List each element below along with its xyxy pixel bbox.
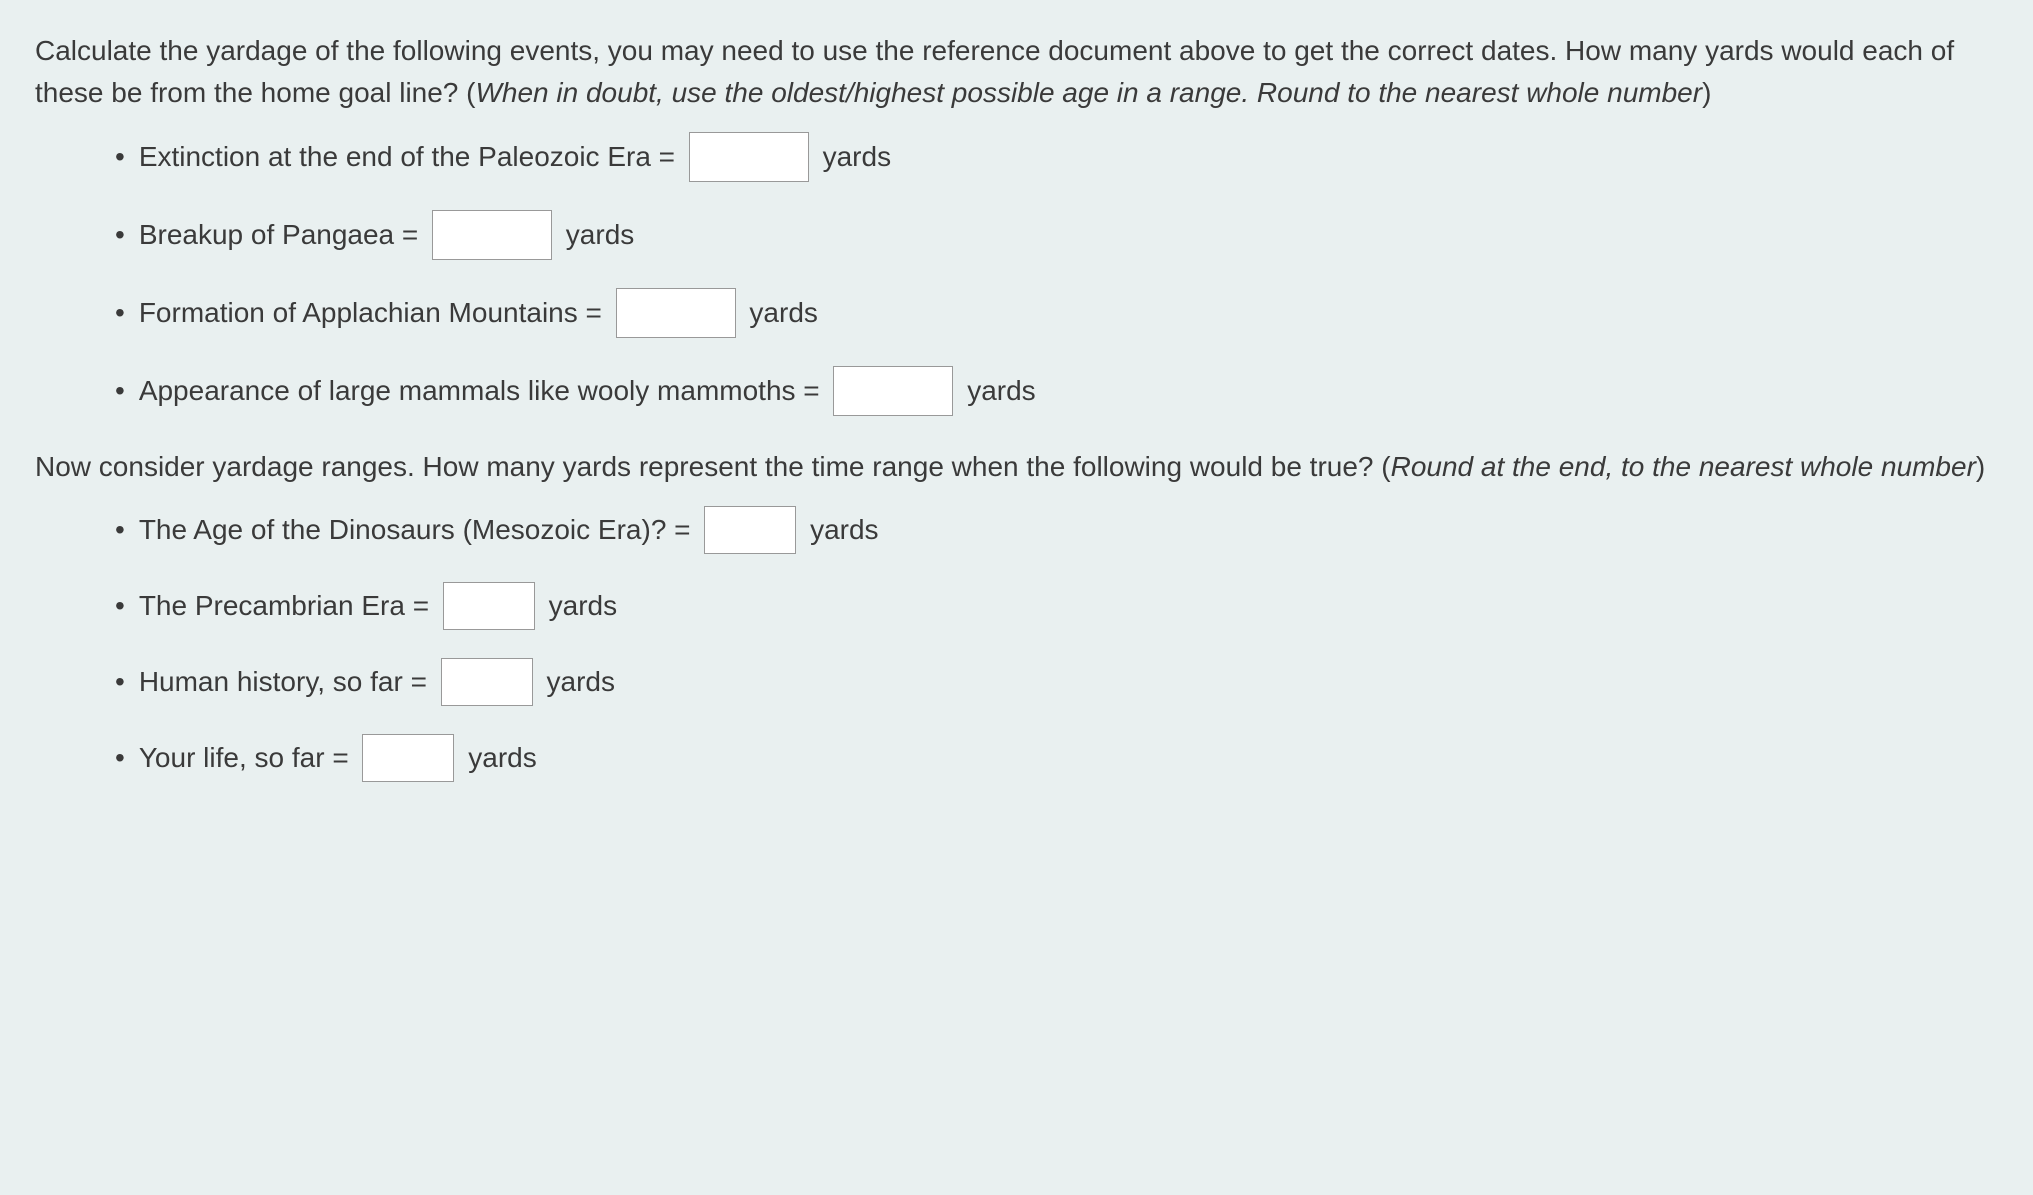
- yardage-input-paleozoic[interactable]: [689, 132, 809, 182]
- item-label: Appearance of large mammals like wooly m…: [139, 370, 828, 412]
- item-label: Extinction at the end of the Paleozoic E…: [139, 136, 683, 178]
- list-item: Appearance of large mammals like wooly m…: [115, 366, 1998, 416]
- section1-list: Extinction at the end of the Paleozoic E…: [35, 132, 1998, 416]
- item-unit: yards: [742, 292, 818, 334]
- list-item: Human history, so far = yards: [115, 658, 1998, 706]
- section1-intro-close: ): [1702, 77, 1711, 108]
- list-item: Breakup of Pangaea = yards: [115, 210, 1998, 260]
- section2-intro: Now consider yardage ranges. How many ya…: [35, 446, 1998, 488]
- item-unit: yards: [802, 509, 878, 551]
- list-item: The Precambrian Era = yards: [115, 582, 1998, 630]
- section2-intro-close: ): [1976, 451, 1985, 482]
- yardage-input-mesozoic[interactable]: [704, 506, 796, 554]
- item-label: The Precambrian Era =: [139, 585, 437, 627]
- yardage-input-pangaea[interactable]: [432, 210, 552, 260]
- item-unit: yards: [541, 585, 617, 627]
- item-label: The Age of the Dinosaurs (Mesozoic Era)?…: [139, 509, 699, 551]
- item-label: Formation of Applachian Mountains =: [139, 292, 610, 334]
- yardage-input-your-life[interactable]: [362, 734, 454, 782]
- list-item: Formation of Applachian Mountains = yard…: [115, 288, 1998, 338]
- item-unit: yards: [558, 214, 634, 256]
- section2-list: The Age of the Dinosaurs (Mesozoic Era)?…: [35, 506, 1998, 782]
- item-unit: yards: [959, 370, 1035, 412]
- section2-intro-plain: Now consider yardage ranges. How many ya…: [35, 451, 1391, 482]
- item-unit: yards: [539, 661, 615, 703]
- yardage-input-appalachian[interactable]: [616, 288, 736, 338]
- item-label: Your life, so far =: [139, 737, 357, 779]
- yardage-input-mammoths[interactable]: [833, 366, 953, 416]
- list-item: Extinction at the end of the Paleozoic E…: [115, 132, 1998, 182]
- list-item: Your life, so far = yards: [115, 734, 1998, 782]
- item-label: Human history, so far =: [139, 661, 435, 703]
- yardage-input-human-history[interactable]: [441, 658, 533, 706]
- item-unit: yards: [815, 136, 891, 178]
- item-unit: yards: [460, 737, 536, 779]
- yardage-input-precambrian[interactable]: [443, 582, 535, 630]
- section2-intro-italic: Round at the end, to the nearest whole n…: [1391, 451, 1976, 482]
- section1-intro: Calculate the yardage of the following e…: [35, 30, 1998, 114]
- section1-intro-italic: When in doubt, use the oldest/highest po…: [475, 77, 1702, 108]
- item-label: Breakup of Pangaea =: [139, 214, 426, 256]
- list-item: The Age of the Dinosaurs (Mesozoic Era)?…: [115, 506, 1998, 554]
